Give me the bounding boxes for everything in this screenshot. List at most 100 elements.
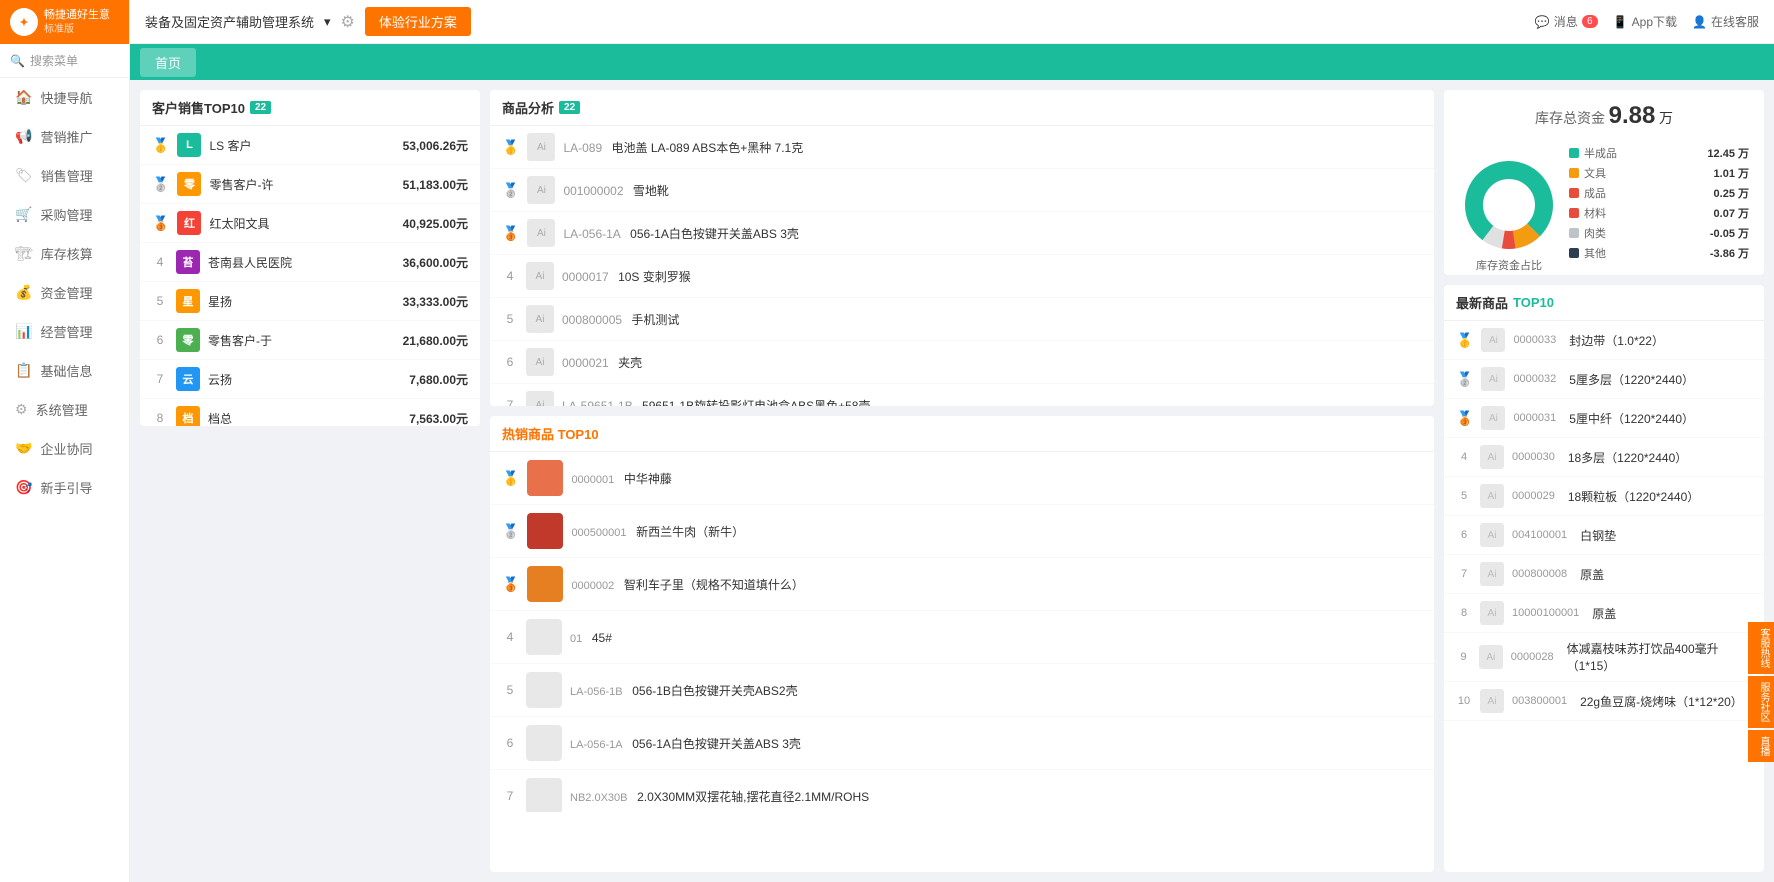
right-column: 库存总资金 9.88 万 [1444,90,1764,872]
customers-header: 客户销售TOP10 22 [140,90,480,126]
inventory-title: 库存总资金 [1535,110,1605,126]
newest-img: Ai [1480,523,1504,547]
sidebar-item-库存核算[interactable]: 🏗库存核算 [0,234,129,273]
newest-item[interactable]: 4 Ai 0000030 18多层（1220*2440） [1444,438,1764,477]
app-download-button[interactable]: 📱 App下载 [1613,13,1677,30]
hot-product-code: 0000002 [571,580,614,592]
product-item[interactable]: 4 Ai 0000017 10S 变刺罗猴 [490,255,1434,298]
hot-product-img [527,566,563,602]
newest-name: 白钢垫 [1580,527,1616,544]
sidebar-item-销售管理[interactable]: 🏷销售管理 [0,156,129,195]
legend-item: 文具 1.01 万 [1569,165,1749,181]
newest-name: 18多层（1220*2440） [1568,449,1687,466]
content-area: 客户销售TOP10 22 🥇 L LS 客户 53,006.26元 🥈 零 零售… [130,80,1774,882]
customer-avatar: L [177,133,201,157]
newest-img: Ai [1481,367,1505,391]
customer-item[interactable]: 7 云 云扬 7,680.00元 [140,360,480,399]
legend-dot [1569,188,1579,198]
legend-item: 材料 0.07 万 [1569,205,1749,221]
product-item[interactable]: 5 Ai 000800005 手机测试 [490,298,1434,341]
product-name: 59651-1B旋转投影灯电池盒ABS黑色+58壳 [642,399,870,407]
newest-img: Ai [1480,689,1504,713]
sidebar-item-企业协同[interactable]: 🤝企业协同 [0,429,129,468]
customer-avatar: 星 [176,289,200,313]
newest-item[interactable]: 9 Ai 0000028 体减嘉枝味苏打饮品400毫升（1*15） [1444,633,1764,682]
customer-avatar: 档 [176,406,200,426]
customer-amount: 21,680.00元 [403,332,468,349]
customer-item[interactable]: 🥉 红 红太阳文具 40,925.00元 [140,204,480,243]
cs-hotline-btn[interactable]: 客服热线 [1748,622,1774,674]
sidebar-item-系统管理[interactable]: ⚙系统管理 [0,390,129,429]
customer-item[interactable]: 6 零 零售客户-于 21,680.00元 [140,321,480,360]
hot-product-item[interactable]: 7 NB2.0X30B 2.0X30MM双摆花轴,摆花直径2.1MM/ROHS [490,770,1434,812]
sidebar-nav: 🏠快捷导航📢营销推广🏷销售管理🛒采购管理🏗库存核算💰资金管理📊经营管理📋基础信息… [0,78,129,507]
hot-products-header: 热销商品 TOP10 [490,416,1434,452]
sidebar-item-采购管理[interactable]: 🛒采购管理 [0,195,129,234]
settings-icon[interactable]: ⚙ [341,12,355,32]
customers-title: 客户销售TOP10 [152,98,245,117]
customer-item[interactable]: 8 档 档总 7,563.00元 [140,399,480,426]
newest-name: 5厘中纤（1220*2440） [1569,410,1694,427]
product-item[interactable]: 🥇 Ai LA-089 电池盖 LA-089 ABS本色+黑种 7.1克 [490,126,1434,169]
newest-item[interactable]: 7 Ai 000800008 原盖 [1444,555,1764,594]
hot-product-code: 000500001 [571,527,626,539]
trial-button[interactable]: 体验行业方案 [365,7,471,36]
customer-item[interactable]: 4 苔 苍南县人民医院 36,600.00元 [140,243,480,282]
product-code: 001000002 [563,184,623,198]
online-service-button[interactable]: 👤 在线客服 [1692,13,1759,30]
legend-name: 半成品 [1584,145,1702,161]
customer-amount: 7,680.00元 [409,371,468,388]
newest-item[interactable]: 🥈 Ai 0000032 5厘多层（1220*2440） [1444,360,1764,399]
newest-item[interactable]: 🥉 Ai 0000031 5厘中纤（1220*2440） [1444,399,1764,438]
product-item[interactable]: 🥉 Ai LA-056-1A 056-1A白色按键开关盖ABS 3壳 [490,212,1434,255]
hot-product-item[interactable]: 🥈 000500001 新西兰牛肉（新牛） [490,505,1434,558]
newest-item[interactable]: 🥇 Ai 0000033 封边带（1.0*22） [1444,321,1764,360]
newest-code: 004100001 [1512,529,1567,541]
newest-code: 0000028 [1511,651,1554,663]
hot-product-item[interactable]: 4 01 45# [490,611,1434,664]
product-item[interactable]: 7 Ai LA-59651-1B 59651-1B旋转投影灯电池盒ABS黑色+5… [490,384,1434,406]
customer-name: 零售客户-于 [208,332,395,349]
inventory-header: 库存总资金 9.88 万 [1444,90,1764,135]
messages-button[interactable]: 💬 消息 6 [1535,13,1598,30]
inventory-unit: 万 [1659,110,1673,126]
product-item[interactable]: 🥈 Ai 001000002 雪地靴 [490,169,1434,212]
newest-item[interactable]: 5 Ai 0000029 18颗粒板（1220*2440） [1444,477,1764,516]
cs-live-btn[interactable]: 直播 [1748,730,1774,762]
newest-img: Ai [1480,445,1504,469]
hot-product-item[interactable]: 🥉 0000002 智利车子里（规格不知道填什么） [490,558,1434,611]
sidebar-item-新手引导[interactable]: 🎯新手引导 [0,468,129,507]
topbar: 装备及固定资产辅助管理系统 ▾ ⚙ 体验行业方案 💬 消息 6 📱 App下载 … [130,0,1774,44]
logo-sub: 标准版 [44,23,110,36]
hot-product-item[interactable]: 6 LA-056-1A 056-1A白色按键开关盖ABS 3壳 [490,717,1434,770]
sidebar-item-资金管理[interactable]: 💰资金管理 [0,273,129,312]
logo-title: 畅捷通好生意 [44,8,110,22]
hot-products-card: 热销商品 TOP10 🥇 0000001 中华神藤 🥈 000500001 新西… [490,416,1434,872]
hot-product-item[interactable]: 5 LA-056-1B 056-1B白色按键开关壳ABS2壳 [490,664,1434,717]
customer-name: LS 客户 [209,137,394,154]
hot-product-img [526,725,562,761]
legend-dot [1569,228,1579,238]
newest-item[interactable]: 8 Ai 10000100001 原盖 [1444,594,1764,633]
hot-product-item[interactable]: 🥇 0000001 中华神藤 [490,452,1434,505]
product-code: LA-056-1A [563,227,620,241]
sidebar-item-经营管理[interactable]: 📊经营管理 [0,312,129,351]
sidebar-item-营销推广[interactable]: 📢营销推广 [0,117,129,156]
customer-item[interactable]: 5 星 星扬 33,333.00元 [140,282,480,321]
customer-item[interactable]: 🥇 L LS 客户 53,006.26元 [140,126,480,165]
legend-name: 成品 [1584,185,1709,201]
product-item[interactable]: 6 Ai 0000021 夹壳 [490,341,1434,384]
sidebar-item-快捷导航[interactable]: 🏠快捷导航 [0,78,129,117]
system-name-label: 装备及固定资产辅助管理系统 [145,12,314,31]
hot-product-img [526,619,562,655]
cs-community-btn[interactable]: 服务社区 [1748,676,1774,728]
tab-home[interactable]: 首页 [140,48,196,77]
product-name: 056-1A白色按键开关盖ABS 3壳 [630,227,799,241]
legend-val: -0.05 万 [1710,225,1749,241]
service-icon: 👤 [1692,15,1707,29]
sidebar-item-基础信息[interactable]: 📋基础信息 [0,351,129,390]
customer-item[interactable]: 🥈 零 零售客户-许 51,183.00元 [140,165,480,204]
newest-item[interactable]: 10 Ai 003800001 22g鱼豆腐-烧烤味（1*12*20） [1444,682,1764,721]
search-menu[interactable]: 🔍 搜索菜单 [0,44,129,78]
newest-item[interactable]: 6 Ai 004100001 白钢垫 [1444,516,1764,555]
